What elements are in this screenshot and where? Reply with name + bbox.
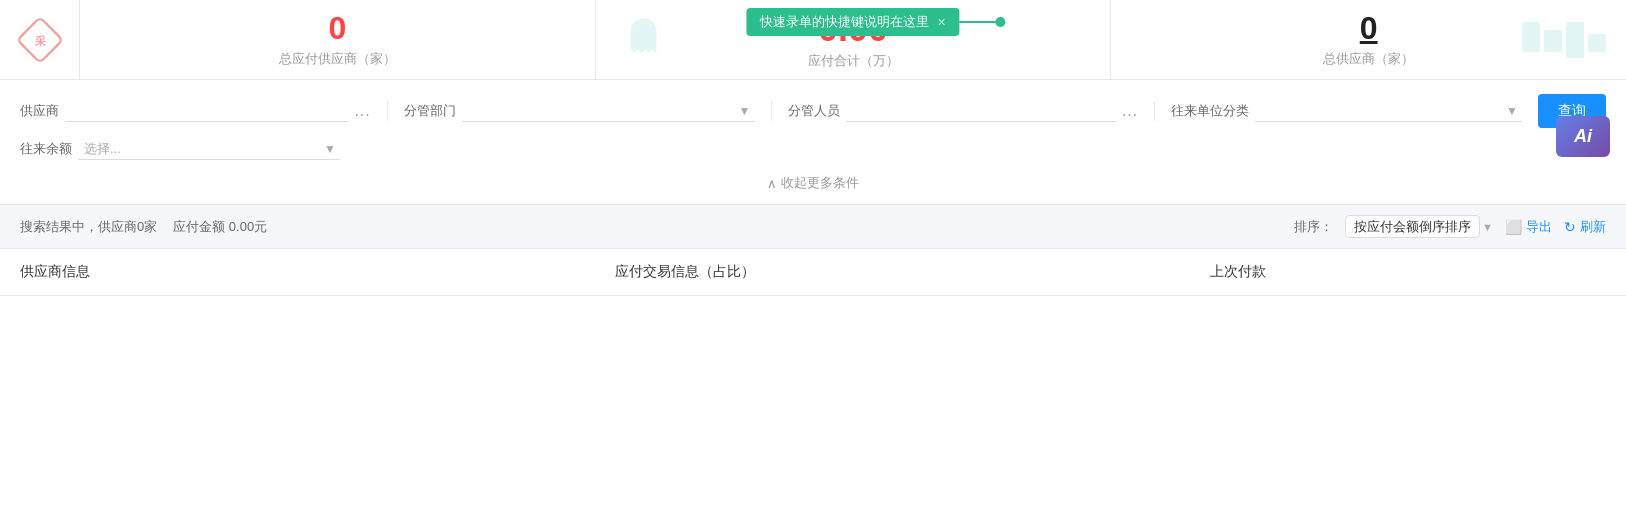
unit-select-wrapper: ▼ [1255, 100, 1522, 122]
filter-person: 分管人员 ... [788, 100, 1139, 122]
stats-bar: 采 0 总应付供应商（家） 0.00 应付合计（万） 快速录单的快捷键说明在这里… [0, 0, 1626, 80]
payable-total-label: 应付合计（万） [808, 52, 899, 70]
tooltip-text: 快速录单的快捷键说明在这里 [760, 13, 929, 31]
filter-dept: 分管部门 ▼ [404, 100, 755, 122]
stat-payable-suppliers: 0 总应付供应商（家） [80, 0, 596, 79]
filter-unit: 往来单位分类 ▼ [1171, 100, 1522, 122]
divider-3 [1154, 101, 1155, 121]
balance-select[interactable]: 选择... [78, 138, 340, 160]
export-icon: ⬜ [1505, 219, 1522, 235]
total-suppliers-number: 0 [1360, 11, 1378, 46]
supplier-label: 供应商 [20, 102, 59, 120]
tooltip-bar: 快速录单的快捷键说明在这里 × [746, 8, 959, 36]
unit-label: 往来单位分类 [1171, 102, 1249, 120]
divider-2 [771, 101, 772, 121]
collapse-label: 收起更多条件 [781, 174, 859, 192]
tooltip-close-btn[interactable]: × [937, 14, 945, 30]
refresh-button[interactable]: ↻ 刷新 [1564, 218, 1606, 236]
content-area [0, 296, 1626, 515]
supplier-input[interactable] [65, 100, 348, 122]
result-actions: 排序： 按应付会额倒序排序 ▼ ⬜ 导出 ↻ 刷新 [1294, 215, 1606, 238]
stat-payable-total: 0.00 应付合计（万） 快速录单的快捷键说明在这里 × [596, 0, 1112, 79]
sort-select-wrapper: 按应付会额倒序排序 ▼ [1345, 215, 1493, 238]
table-col2-header: 应付交易信息（占比） [615, 263, 1210, 281]
supplier-dots-btn[interactable]: ... [354, 102, 370, 120]
sort-select[interactable]: 按应付会额倒序排序 [1345, 215, 1480, 238]
collapse-button[interactable]: ∧ 收起更多条件 [767, 174, 859, 192]
person-dots-btn[interactable]: ... [1122, 102, 1138, 120]
divider-1 [387, 101, 388, 121]
logo-area: 采 [0, 0, 80, 79]
collapse-row: ∧ 收起更多条件 [20, 170, 1606, 194]
dept-select[interactable] [462, 100, 755, 122]
dept-label: 分管部门 [404, 102, 456, 120]
sort-chevron-icon: ▼ [1482, 221, 1493, 233]
ghost-icon [616, 11, 671, 66]
logo-icon: 采 [16, 16, 64, 64]
payable-suppliers-label: 总应付供应商（家） [279, 50, 396, 68]
collapse-icon: ∧ [767, 176, 777, 191]
person-input[interactable] [846, 100, 1116, 122]
amount-text: 应付金额 0.00元 [173, 218, 267, 236]
bg-decoration [1522, 22, 1606, 58]
filter-row-1: 供应商 ... 分管部门 ▼ 分管人员 ... 往来单位分类 [20, 94, 1606, 128]
dept-select-wrapper: ▼ [462, 100, 755, 122]
table-col1-header: 供应商信息 [20, 263, 615, 281]
tooltip-dot [996, 17, 1006, 27]
filter-balance: 往来余额 选择... ▼ [20, 138, 340, 160]
stat-total-suppliers: 0 总供应商（家） [1111, 0, 1626, 79]
payable-suppliers-number: 0 [328, 11, 346, 46]
export-label: 导出 [1526, 218, 1552, 236]
filter-row-2: 往来余额 选择... ▼ [20, 138, 1606, 160]
ai-button[interactable]: Ai [1556, 116, 1610, 157]
filter-supplier: 供应商 ... [20, 100, 371, 122]
table-col3-header: 上次付款 [1210, 263, 1607, 281]
result-info: 搜索结果中，供应商0家 应付金额 0.00元 [20, 218, 267, 236]
result-bar: 搜索结果中，供应商0家 应付金额 0.00元 排序： 按应付会额倒序排序 ▼ ⬜… [0, 205, 1626, 249]
svg-text:采: 采 [34, 34, 46, 46]
balance-select-wrapper: 选择... ▼ [78, 138, 340, 160]
person-label: 分管人员 [788, 102, 840, 120]
export-button[interactable]: ⬜ 导出 [1505, 218, 1552, 236]
refresh-label: 刷新 [1580, 218, 1606, 236]
svg-rect-3 [630, 31, 656, 49]
table-header: 供应商信息 应付交易信息（占比） 上次付款 [0, 249, 1626, 296]
unit-select[interactable] [1255, 100, 1522, 122]
balance-label: 往来余额 [20, 140, 72, 158]
suppliers-count-text: 搜索结果中，供应商0家 [20, 218, 157, 236]
filter-bar: 供应商 ... 分管部门 ▼ 分管人员 ... 往来单位分类 [0, 80, 1626, 205]
total-suppliers-label: 总供应商（家） [1323, 50, 1414, 68]
refresh-icon: ↻ [1564, 219, 1576, 235]
sort-label: 排序： [1294, 218, 1333, 236]
